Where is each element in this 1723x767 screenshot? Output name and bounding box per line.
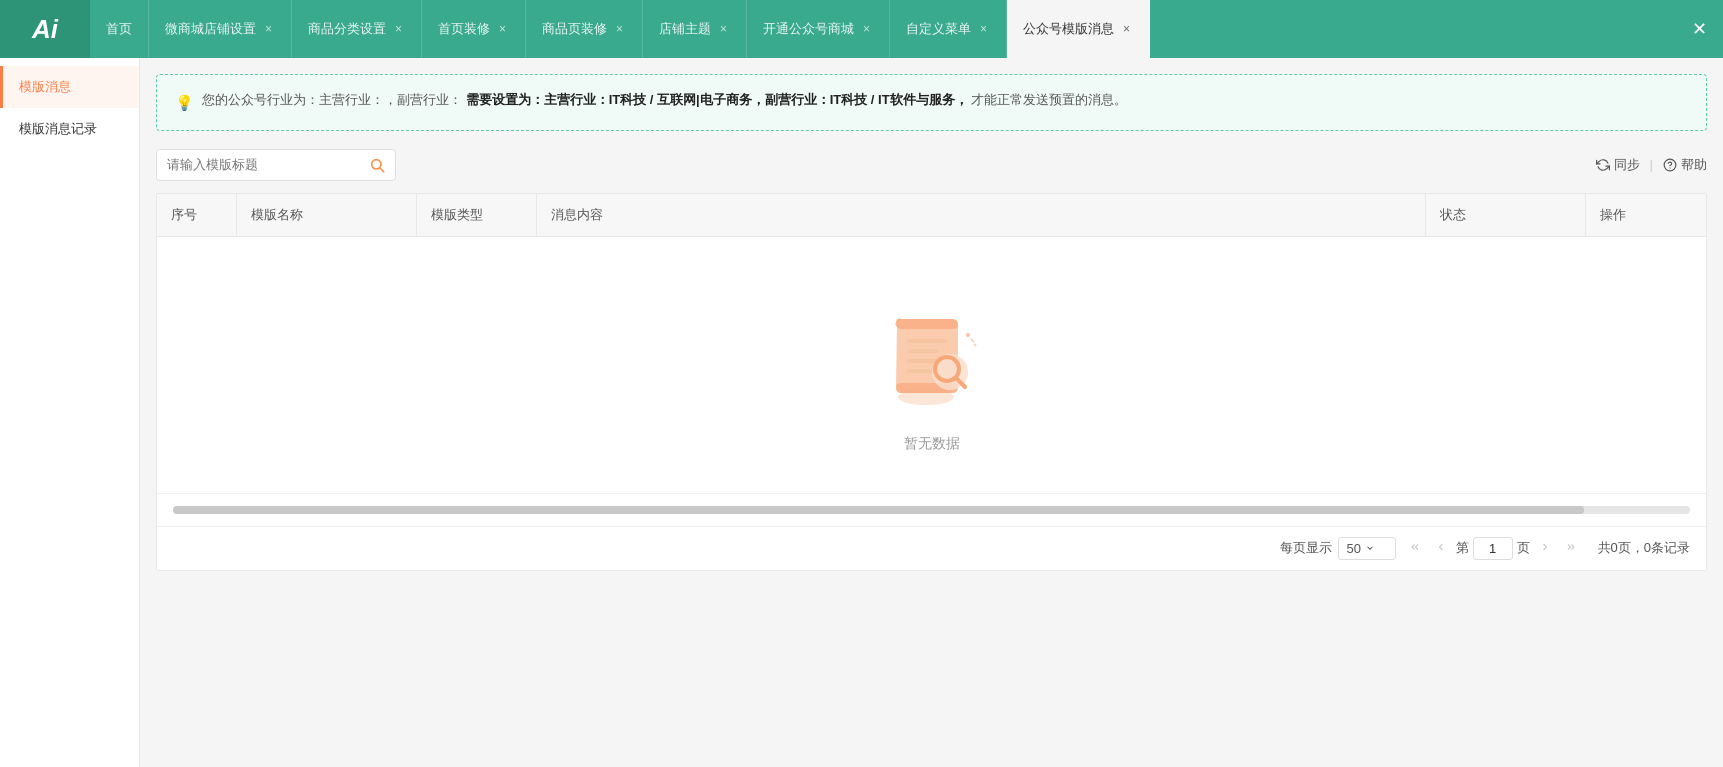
tab-product-page[interactable]: 商品页装修× [526,0,643,58]
sidebar-item-template-message-record[interactable]: 模版消息记录 [0,108,139,150]
svg-point-13 [973,343,976,346]
svg-point-12 [966,333,970,337]
pagination: 每页显示 50 [157,526,1706,570]
col-status: 状态 [1426,194,1586,236]
tab-open-mall[interactable]: 开通公众号商城× [747,0,890,58]
col-name: 模版名称 [237,194,417,236]
col-type: 模版类型 [417,194,537,236]
tab-home[interactable]: 首页 [90,0,149,58]
notice-bar: 💡 您的公众号行业为：主营行业：，副营行业： 需要设置为：主营行业：IT科技 /… [156,74,1707,131]
empty-text: 暂无数据 [904,435,960,453]
search-row: 同步 | 帮助 [156,149,1707,181]
search-input-wrap[interactable] [156,149,396,181]
tab-close-product-category[interactable]: × [392,20,405,38]
notice-text: 您的公众号行业为：主营行业：，副营行业： 需要设置为：主营行业：IT科技 / 互… [202,89,1127,111]
next-page-button[interactable] [1534,539,1556,558]
empty-state: 暂无数据 [157,237,1706,493]
notice-icon: 💡 [175,90,194,116]
tab-close-shop-settings[interactable]: × [262,20,275,38]
close-all-button[interactable]: ✕ [1676,0,1723,58]
empty-illustration [872,297,992,417]
data-table: 序号 模版名称 模版类型 消息内容 状态 操作 [156,193,1707,571]
sidebar-item-template-message[interactable]: 模版消息 [0,66,139,108]
sync-button[interactable]: 同步 [1596,156,1640,174]
help-button[interactable]: 帮助 [1663,156,1707,174]
col-action: 操作 [1586,194,1706,236]
tab-close-custom-menu[interactable]: × [977,20,990,38]
search-input[interactable] [157,150,359,179]
toolbar-right: 同步 | 帮助 [1596,156,1707,174]
tab-store-theme[interactable]: 店铺主题× [643,0,747,58]
tab-close-template-msg[interactable]: × [1120,20,1133,38]
content-area: 💡 您的公众号行业为：主营行业：，副营行业： 需要设置为：主营行业：IT科技 /… [140,58,1723,767]
svg-line-14 [971,339,974,342]
tab-close-product-page[interactable]: × [613,20,626,38]
svg-rect-5 [907,339,947,343]
tab-close-home-decor[interactable]: × [496,20,509,38]
scrollbar-track [173,506,1690,514]
prev-page-button[interactable] [1430,539,1452,558]
main-layout: 模版消息模版消息记录 💡 您的公众号行业为：主营行业：，副营行业： 需要设置为：… [0,58,1723,767]
page-number-input[interactable] [1473,537,1513,560]
svg-line-1 [380,168,384,172]
tab-template-msg[interactable]: 公众号模版消息× [1007,0,1150,58]
tab-shop-settings[interactable]: 微商城店铺设置× [149,0,292,58]
first-page-button[interactable] [1404,539,1426,558]
app-logo: Ai [0,0,90,58]
scrollbar-thumb[interactable] [173,506,1584,514]
page-size-select: 每页显示 50 [1280,537,1396,560]
topbar: Ai 首页微商城店铺设置×商品分类设置×首页装修×商品页装修×店铺主题×开通公众… [0,0,1723,58]
tab-close-store-theme[interactable]: × [717,20,730,38]
col-seq: 序号 [157,194,237,236]
tab-product-category[interactable]: 商品分类设置× [292,0,422,58]
tab-home-decor[interactable]: 首页装修× [422,0,526,58]
last-page-button[interactable] [1560,539,1582,558]
svg-rect-6 [907,349,939,353]
tab-custom-menu[interactable]: 自定义菜单× [890,0,1007,58]
page-size-dropdown[interactable]: 50 [1338,537,1396,560]
horizontal-scrollbar[interactable] [157,493,1706,526]
page-nav: 第 页 [1404,537,1582,560]
table-header: 序号 模版名称 模版类型 消息内容 状态 操作 [157,194,1706,237]
toolbar-divider: | [1650,157,1653,172]
svg-rect-8 [907,369,935,373]
notice-highlight: 需要设置为：主营行业：IT科技 / 互联网|电子商务，副营行业：IT科技 / I… [466,92,968,107]
search-button[interactable] [359,150,395,180]
tab-list: 首页微商城店铺设置×商品分类设置×首页装修×商品页装修×店铺主题×开通公众号商城… [90,0,1676,58]
tab-close-open-mall[interactable]: × [860,20,873,38]
col-content: 消息内容 [537,194,1426,236]
total-info: 共0页，0条记录 [1598,539,1690,557]
sidebar: 模版消息模版消息记录 [0,58,140,767]
